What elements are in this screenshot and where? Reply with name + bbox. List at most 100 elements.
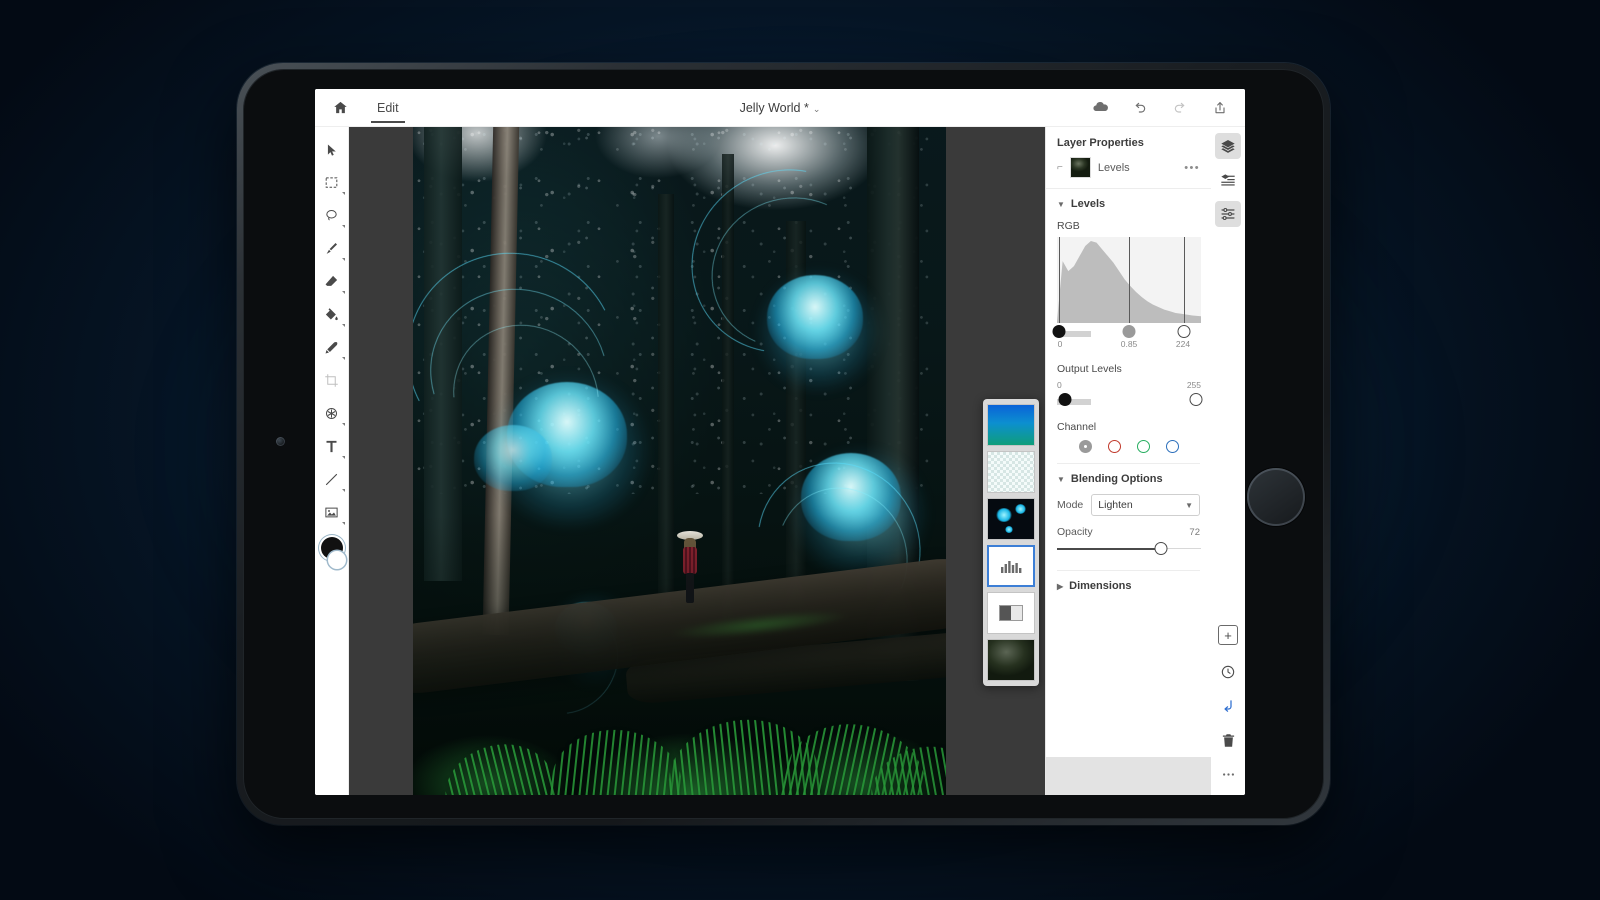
clipping-mask-icon[interactable] <box>1215 693 1241 719</box>
line-tool[interactable] <box>317 463 347 496</box>
adjustments-panel-icon[interactable] <box>1215 201 1241 227</box>
clone-stamp-tool[interactable] <box>317 331 347 364</box>
histogram-white-line <box>1184 237 1185 323</box>
tool-flyout-marker <box>341 225 345 228</box>
chevron-down-icon[interactable]: ▼ <box>1057 475 1065 484</box>
selected-layer-row[interactable]: ⌐ Levels ••• <box>1046 155 1211 189</box>
opacity-row: Opacity 72 <box>1057 526 1200 538</box>
tool-flyout-marker <box>341 489 345 492</box>
tablet-screen: Edit Jelly World * ⌄ Layer Properties ⌐ … <box>315 89 1245 795</box>
tab-edit[interactable]: Edit <box>367 89 409 127</box>
layer-jellyfish[interactable] <box>987 498 1035 540</box>
channel-green[interactable] <box>1137 440 1150 453</box>
layer-list-icon[interactable] <box>1215 167 1241 193</box>
blend-mode-value: Lighten <box>1098 499 1133 511</box>
crop-tool[interactable] <box>317 364 347 397</box>
top-bar-actions <box>1089 97 1231 119</box>
properties-panel-empty-area <box>1046 757 1211 795</box>
chevron-right-icon[interactable]: ▶ <box>1057 582 1063 591</box>
type-tool[interactable] <box>317 430 347 463</box>
blend-mode-label: Mode <box>1057 499 1084 511</box>
delete-layer-icon[interactable] <box>1215 727 1241 753</box>
channel-group-label: RGB <box>1057 220 1080 232</box>
channel-red[interactable] <box>1108 440 1121 453</box>
layer-visibility-icon[interactable] <box>1215 659 1241 685</box>
tool-flyout-marker <box>341 258 345 261</box>
input-white-knob[interactable] <box>1177 325 1191 338</box>
top-bar: Edit Jelly World * ⌄ <box>315 89 1245 127</box>
chevron-down-icon: ▼ <box>1185 500 1193 510</box>
clipping-mask-icon: ⌐ <box>1057 162 1063 173</box>
dimensions-section-label: Dimensions <box>1069 580 1132 592</box>
blending-section-label: Blending Options <box>1070 473 1163 485</box>
heal-tool[interactable] <box>317 397 347 430</box>
opacity-slider[interactable] <box>1057 542 1201 556</box>
right-icon-rail: + <box>1211 127 1245 795</box>
cloud-icon[interactable] <box>1089 97 1111 119</box>
lasso-tool[interactable] <box>317 199 347 232</box>
select-tool[interactable] <box>317 166 347 199</box>
share-icon[interactable] <box>1209 97 1231 119</box>
input-levels-slider[interactable] <box>1052 325 1201 339</box>
brush-tool[interactable] <box>317 232 347 265</box>
home-button[interactable] <box>1247 468 1305 526</box>
levels-adjustment-icon <box>1001 561 1022 573</box>
histogram-black-line <box>1059 237 1060 323</box>
channel-selector[interactable] <box>1057 440 1200 453</box>
tab-edit-label: Edit <box>377 100 399 115</box>
blending-options-section: ▼ Blending Options Mode Lighten ▼ Opacit… <box>1046 464 1211 571</box>
chevron-down-icon[interactable]: ▼ <box>1057 200 1065 209</box>
tool-flyout-marker <box>341 423 345 426</box>
tool-flyout-marker <box>341 456 345 459</box>
layer-levels[interactable]: ⌐ <box>987 545 1035 587</box>
output-black-value: 0 <box>1057 380 1062 390</box>
input-levels-ticks: 0 0.85 224 <box>1057 339 1201 351</box>
undo-icon[interactable] <box>1129 97 1151 119</box>
input-white-value: 224 <box>1175 339 1191 349</box>
layer-gradient-map[interactable]: ⌐ <box>987 592 1035 634</box>
output-white-knob[interactable] <box>1189 393 1203 406</box>
levels-section-label: Levels <box>1070 198 1106 210</box>
eraser-tool[interactable] <box>317 265 347 298</box>
output-levels-values: 0 255 <box>1057 380 1201 391</box>
layer-transparent[interactable] <box>987 451 1035 493</box>
chevron-down-icon[interactable]: ⌄ <box>813 104 821 114</box>
home-icon[interactable] <box>325 93 355 123</box>
layer-forest-photo[interactable] <box>987 639 1035 681</box>
tool-flyout-marker <box>341 291 345 294</box>
layers-flyout[interactable]: ⌐ ⌐ <box>983 399 1039 686</box>
opacity-knob[interactable] <box>1154 542 1168 555</box>
dimensions-section-header[interactable]: ▶ Dimensions <box>1057 580 1200 592</box>
tool-flyout-marker <box>341 357 345 360</box>
layer-gradient[interactable] <box>987 404 1035 446</box>
add-layer-button[interactable]: + <box>1218 625 1238 645</box>
layer-more-button[interactable]: ••• <box>1184 162 1200 174</box>
redo-icon[interactable] <box>1169 97 1191 119</box>
layer-thumbnail <box>1069 157 1091 178</box>
output-white-value: 255 <box>1186 380 1201 390</box>
fill-tool[interactable] <box>317 298 347 331</box>
properties-panel-title: Layer Properties <box>1057 137 1144 149</box>
place-image-tool[interactable] <box>317 496 347 529</box>
move-tool[interactable] <box>317 133 347 166</box>
layers-panel-icon[interactable] <box>1215 133 1241 159</box>
channel-rgb[interactable] <box>1079 440 1092 453</box>
more-options-icon[interactable] <box>1215 761 1241 787</box>
artwork-image <box>413 127 946 795</box>
levels-section-header[interactable]: ▼ Levels <box>1057 198 1200 210</box>
histogram-gamma-line <box>1129 237 1130 323</box>
output-levels-slider[interactable] <box>1057 393 1203 407</box>
channel-blue[interactable] <box>1166 440 1179 453</box>
input-black-knob[interactable] <box>1052 325 1066 338</box>
canvas-area[interactable]: ⌐ ⌐ <box>349 127 1045 795</box>
input-gamma-value: 0.85 <box>1120 339 1138 349</box>
blend-mode-select[interactable]: Lighten ▼ <box>1091 494 1200 516</box>
blending-section-header[interactable]: ▼ Blending Options <box>1057 473 1200 485</box>
output-black-knob[interactable] <box>1058 393 1072 406</box>
artboard[interactable] <box>413 127 946 795</box>
dimensions-section: ▶ Dimensions <box>1046 571 1211 592</box>
input-gamma-knob[interactable] <box>1122 325 1136 338</box>
background-color-swatch[interactable] <box>327 551 346 569</box>
levels-histogram[interactable] <box>1057 237 1201 323</box>
output-levels-label: Output Levels <box>1057 363 1122 375</box>
